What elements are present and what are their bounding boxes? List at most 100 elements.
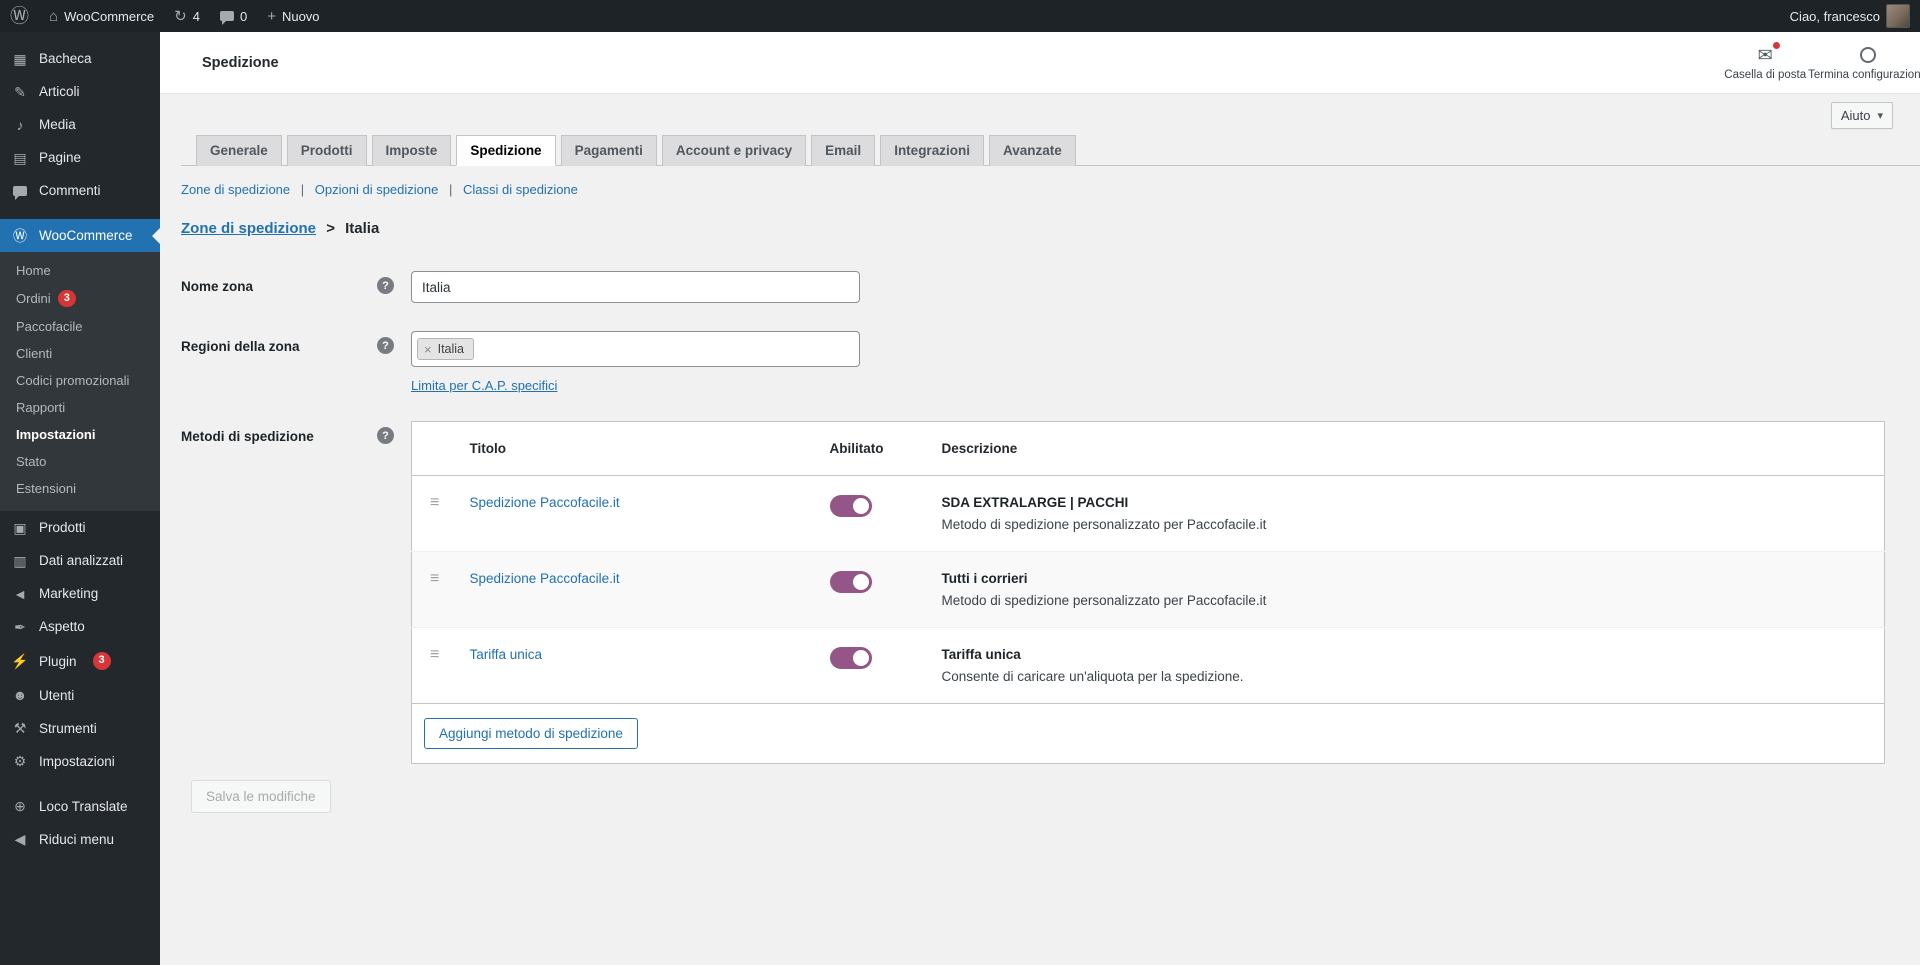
tab-integrazioni[interactable]: Integrazioni [880,135,984,166]
remove-tag-icon[interactable]: × [424,343,432,356]
updates-menu[interactable]: ↻ 4 [164,0,210,32]
submenu-item-estensioni[interactable]: Estensioni [0,475,160,502]
sidebar-item-label: Impostazioni [39,753,115,769]
menu-separator [0,207,160,219]
submenu-item-paccofacile[interactable]: Paccofacile [0,313,160,340]
help-label: Aiuto [1840,108,1871,123]
sidebar-item-dati-analizzati[interactable]: ▥ Dati analizzati [0,544,160,577]
home-icon: ⌂ [49,7,59,25]
column-descrizione: Descrizione [931,421,1885,476]
settings-tabs: Generale Prodotti Imposte Spedizione Pag… [181,135,1920,166]
subnav-zone-di-spedizione[interactable]: Zone di spedizione [181,182,290,197]
submenu-item-rapporti[interactable]: Rapporti [0,394,160,421]
shipping-methods-help-icon[interactable]: ? [377,427,394,444]
enabled-toggle[interactable] [829,495,872,517]
zone-name-row: Nome zona ? [181,271,1920,303]
sidebar-item-pagine[interactable]: ▤ Pagine [0,141,160,174]
method-description-title: Tutti i corrieri [941,571,1028,586]
sidebar-item-impostazioni[interactable]: ⚙ Impostazioni [0,745,160,778]
sidebar-item-media[interactable]: ♪ Media [0,108,160,141]
wordpress-logo-menu[interactable]: Ⓦ [0,0,39,32]
sidebar-item-woocommerce[interactable]: Ⓦ WooCommerce [0,219,160,252]
sidebar-item-label: Media [39,117,76,132]
zone-name-help-icon[interactable]: ? [377,277,394,294]
submenu-item-codici-promozionali[interactable]: Codici promozionali [0,367,160,394]
page-header: Spedizione ✉ Casella di posta Termina co… [160,32,1920,94]
sidebar-item-articoli[interactable]: ✎ Articoli [0,75,160,108]
sidebar-item-marketing[interactable]: ◄ Marketing [0,577,160,610]
zone-regions-input[interactable]: × Italia [411,331,860,367]
enabled-toggle[interactable] [829,571,872,593]
subnav-separator: | [448,182,453,197]
sidebar-item-label: Marketing [39,586,99,602]
sidebar-item-label: Aspetto [39,619,85,635]
analytics-icon: ▥ [13,552,27,569]
sidebar-item-bacheca[interactable]: ▦ Bacheca [0,42,160,75]
tab-prodotti[interactable]: Prodotti [286,135,367,166]
sidebar-item-prodotti[interactable]: ▣ Prodotti [0,511,160,544]
submenu-item-ordini[interactable]: Ordini 3 [0,284,160,313]
submenu-item-home[interactable]: Home [0,257,160,284]
submenu-item-stato[interactable]: Stato [0,448,160,475]
method-title-link[interactable]: Tariffa unica [470,647,543,662]
zone-name-input[interactable] [411,271,860,303]
table-row: ≡ Tariffa unica Tariffa unica Consente d… [412,628,1885,704]
sidebar-item-commenti[interactable]: Commenti [0,174,160,207]
submenu-item-clienti[interactable]: Clienti [0,340,160,367]
sidebar-item-label: Commenti [39,183,101,198]
tab-generale[interactable]: Generale [196,135,282,166]
method-description-text: Consente di caricare un'aliquota per la … [941,669,1244,684]
setup-progress-icon [1859,45,1876,65]
admin-bar-right: Ciao, francesco [1780,0,1920,32]
help-button[interactable]: Aiuto ▾ [1830,102,1893,129]
updates-count: 4 [192,8,200,24]
finish-setup-button[interactable]: Termina configurazione [1807,45,1920,81]
posts-icon: ✎ [14,83,26,100]
tab-account-e-privacy[interactable]: Account e privacy [661,135,807,166]
tab-spedizione[interactable]: Spedizione [456,135,556,166]
main-content: Spedizione ✉ Casella di posta Termina co… [160,32,1920,965]
drag-handle-icon[interactable]: ≡ [422,570,439,587]
woocommerce-submenu: Home Ordini 3 Paccofacile Clienti Codici… [0,252,160,512]
save-changes-button[interactable]: Salva le modifiche [191,780,331,813]
comments-menu[interactable]: 0 [210,0,257,32]
submenu-item-impostazioni[interactable]: Impostazioni [0,421,160,448]
method-title-link[interactable]: Spedizione Paccofacile.it [470,495,620,510]
sidebar-item-label: Bacheca [39,51,92,66]
tab-imposte[interactable]: Imposte [371,135,452,166]
drag-handle-icon[interactable]: ≡ [422,646,439,663]
add-shipping-method-button[interactable]: Aggiungi metodo di spedizione [424,718,638,749]
sidebar-item-plugin[interactable]: ⚡ Plugin 3 [0,643,160,678]
method-title-link[interactable]: Spedizione Paccofacile.it [470,571,620,586]
tab-pagamenti[interactable]: Pagamenti [560,135,657,166]
sidebar-item-strumenti[interactable]: ⚒ Strumenti [0,712,160,745]
tab-email[interactable]: Email [811,135,876,166]
my-account-menu[interactable]: Ciao, francesco [1780,0,1920,32]
new-content-menu[interactable]: + Nuovo [257,0,329,32]
subnav-opzioni-di-spedizione[interactable]: Opzioni di spedizione [315,182,439,197]
admin-sidebar: ▦ Bacheca ✎ Articoli ♪ Media ▤ Pagine Co… [0,32,160,965]
zone-name-label: Nome zona [181,279,254,294]
sidebar-item-utenti[interactable]: ☻ Utenti [0,679,160,712]
subnav-classi-di-spedizione[interactable]: Classi di spedizione [463,182,578,197]
limit-postcodes-link[interactable]: Limita per C.A.P. specifici [411,378,557,393]
media-icon: ♪ [16,116,24,133]
inbox-button[interactable]: ✉ Casella di posta [1723,41,1807,81]
breadcrumb-parent-link[interactable]: Zone di spedizione [181,220,316,237]
sidebar-item-riduci-menu[interactable]: ◀ Riduci menu [0,823,160,856]
finish-setup-label: Termina configurazione [1808,68,1920,81]
column-titolo: Titolo [459,421,820,476]
enabled-toggle[interactable] [829,647,872,669]
admin-bar: Ⓦ ⌂ WooCommerce ↻ 4 0 + Nuovo Ciao, fran… [0,0,1920,32]
settings-wrap: Generale Prodotti Imposte Spedizione Pag… [160,94,1920,813]
tab-avanzate[interactable]: Avanzate [988,135,1076,166]
zone-regions-help-icon[interactable]: ? [377,337,394,354]
sidebar-item-aspetto[interactable]: ✒ Aspetto [0,610,160,643]
drag-handle-icon[interactable]: ≡ [422,494,439,511]
method-description-title: SDA EXTRALARGE | PACCHI [941,495,1129,510]
breadcrumb: Zone di spedizione > Italia [181,220,1920,237]
updates-icon: ↻ [174,7,187,25]
sidebar-item-loco-translate[interactable]: ⊕ Loco Translate [0,790,160,823]
site-name-menu[interactable]: ⌂ WooCommerce [39,0,164,32]
zone-regions-row: Regioni della zona ? × Italia Limita per… [181,331,1920,393]
